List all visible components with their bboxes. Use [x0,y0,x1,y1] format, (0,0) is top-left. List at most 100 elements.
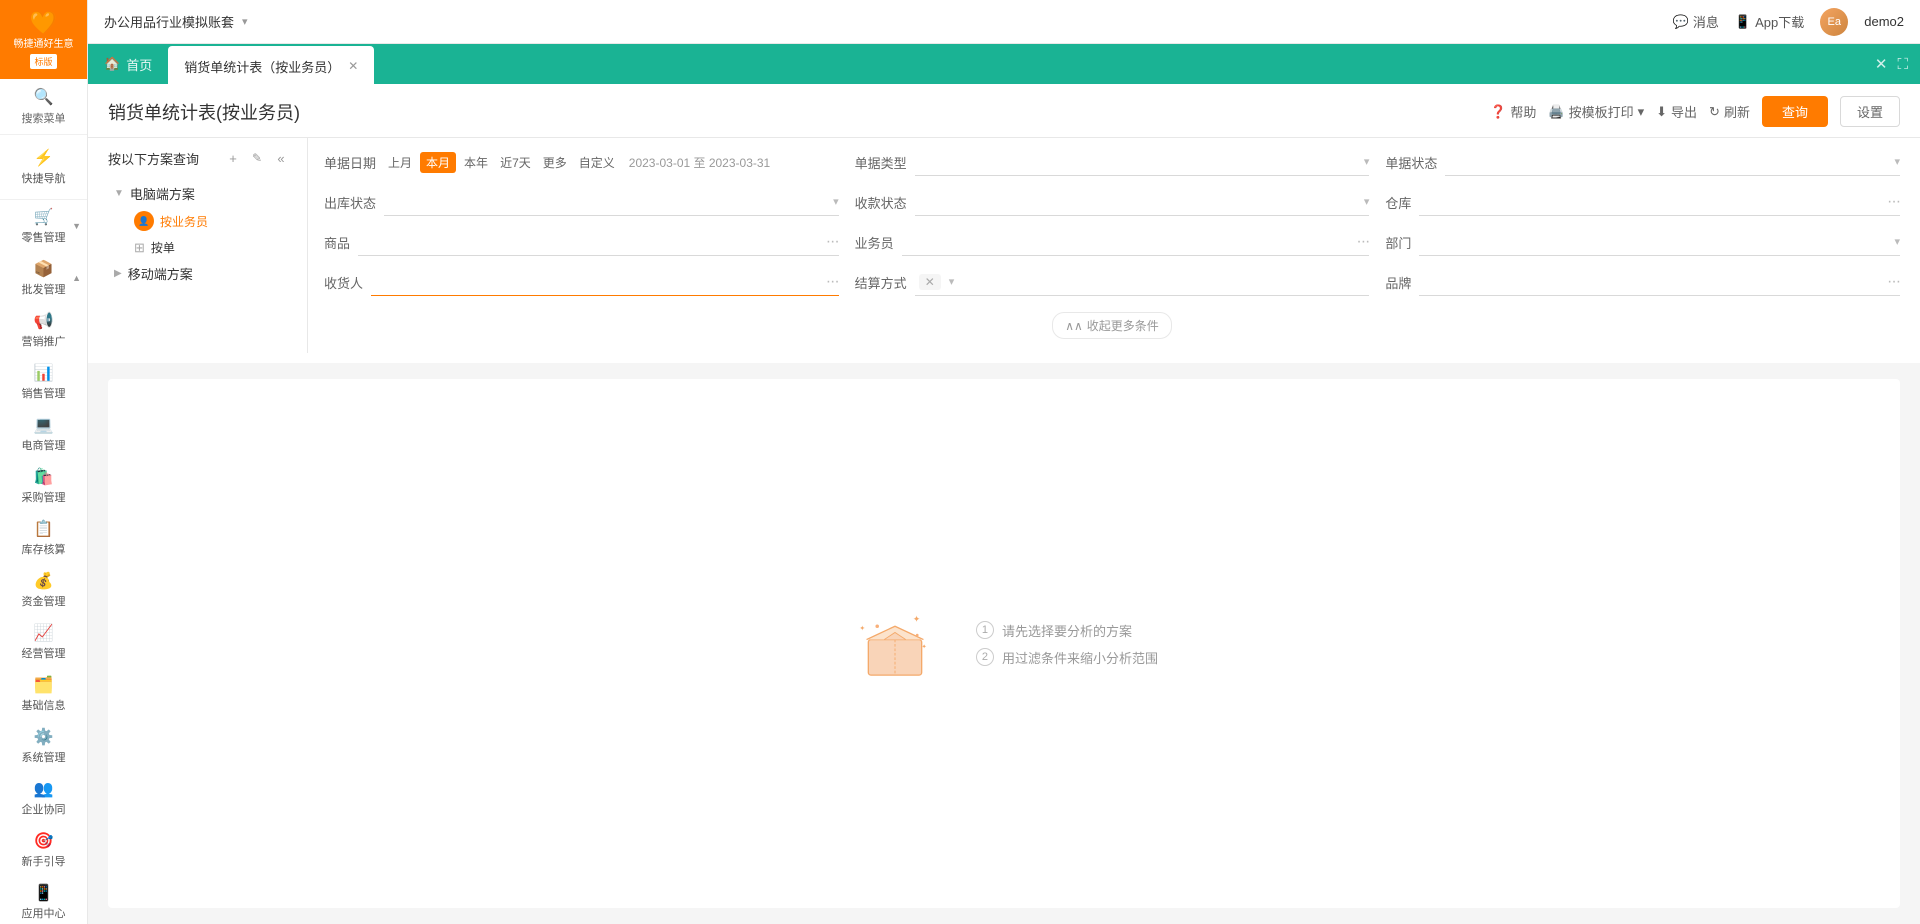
staff-badge: 👤 [134,211,154,231]
sidebar-item-sales[interactable]: 📊 销售管理 [0,356,87,408]
filter-field-brand: 品牌 ··· [1385,268,1900,296]
filter-field-date: 单据日期 上月 本月 本年 近7天 更多 自定义 2023-03-01 至 20… [324,152,839,173]
print-label: 按模板打印 [1569,102,1634,121]
date-tab-this-year[interactable]: 本年 [460,153,492,172]
page-actions: ❓ 帮助 🖨️ 按模板打印 ▾ ⬇ 导出 ↻ 刷新 [1490,96,1900,127]
goods-input[interactable]: ··· [358,228,839,256]
scheme-panel-title: 按以下方案查询 [108,149,199,168]
filter-field-doc-status: 单据状态 ▾ [1385,148,1900,176]
sidebar-item-purchase[interactable]: 🛍️ 采购管理 [0,460,87,512]
user-avatar-label: Ea [1828,16,1841,28]
tabbar: 🏠 首页 销货单统计表（按业务员） ✕ ✕ ⛶ [88,44,1920,84]
doc-status-dropdown-icon: ▾ [1894,155,1900,168]
filter-field-warehouse: 仓库 ··· [1385,188,1900,216]
filter-row-3: 商品 ··· 业务员 ··· 部门 [324,228,1900,256]
date-tab-this-month[interactable]: 本月 [420,152,456,173]
sidebar-item-wholesale[interactable]: 📦 批发管理 ▲ [0,252,87,304]
main-area: 办公用品行业模拟账套 ▾ 💬 消息 📱 App下载 Ea demo2 🏠 首页 … [88,0,1920,924]
print-dropdown-icon: ▾ [1638,104,1645,120]
filter-field-out-status: 出库状态 ▾ [324,188,839,216]
wholesale-icon: 📦 [34,259,54,279]
search-icon: 🔍 [34,87,54,107]
sidebar-item-inventory[interactable]: 📋 库存核算 [0,512,87,564]
app-edition: 标版 [30,54,56,69]
empty-step-2: 2 用过滤条件来缩小分析范围 [976,648,1158,667]
sidebar-search-section[interactable]: 🔍 搜索菜单 [0,79,87,135]
mobile-node-label: 移动端方案 [128,264,193,283]
scheme-node-by-staff[interactable]: 👤 按业务员 [128,207,291,235]
scheme-panel: 按以下方案查询 + ✎ « [108,138,308,353]
app-center-icon: 📱 [34,883,54,903]
app-download-icon: 📱 [1735,14,1751,30]
sidebar-item-label: 采购管理 [22,489,66,505]
scheme-collapse-btn[interactable]: « [271,148,291,168]
help-btn[interactable]: ❓ 帮助 [1490,102,1536,121]
refresh-btn[interactable]: ↻ 刷新 [1709,102,1750,121]
export-icon: ⬇ [1656,104,1667,120]
collapse-btn[interactable]: ∧∧ 收起更多条件 [1052,312,1172,339]
doc-status-input[interactable]: ▾ [1445,148,1900,176]
svg-text:✦: ✦ [913,613,921,623]
filter-row-2: 出库状态 ▾ 收款状态 ▾ 仓库 [324,188,1900,216]
sidebar-item-ops[interactable]: 📈 经营管理 [0,616,87,668]
sidebar-item-ecom[interactable]: 💻 电商管理 [0,408,87,460]
export-btn[interactable]: ⬇ 导出 [1656,102,1697,121]
sidebar-item-marketing[interactable]: 📢 营销推广 [0,304,87,356]
collapse-icon: ∧∧ [1065,319,1083,333]
dept-input[interactable]: ▾ [1419,228,1900,256]
empty-state-content: ✦ ✦ ✦ 1 请先选择要分析的方案 [850,604,1158,684]
settings-button[interactable]: 设置 [1840,96,1900,127]
payment-input[interactable]: ✕ ▾ [915,268,1370,296]
scheme-node-by-order[interactable]: ⊞ 按单 [128,235,291,260]
warehouse-input[interactable]: ··· [1419,188,1900,216]
tab-close-btn[interactable]: ✕ [348,59,358,73]
receipt-status-label: 收款状态 [855,193,907,212]
sidebar-item-label: 经营管理 [22,645,66,661]
tab-maximize-btn[interactable]: ⛶ [1897,56,1908,73]
filter-form: 单据日期 上月 本月 本年 近7天 更多 自定义 2023-03-01 至 20… [308,138,1900,353]
date-tab-more[interactable]: 更多 [539,153,571,172]
doc-type-label: 单据类型 [855,153,907,172]
sidebar-item-newbie[interactable]: 🎯 新手引导 [0,824,87,876]
sidebar-item-basic[interactable]: 🗂️ 基础信息 [0,668,87,720]
date-tab-custom[interactable]: 自定义 [575,153,619,172]
app-download-btn[interactable]: 📱 App下载 [1735,12,1804,31]
edit-icon: ✎ [252,151,262,165]
sidebar-item-retail[interactable]: 🛒 零售管理 ▼ [0,200,87,252]
header-dropdown-icon[interactable]: ▾ [242,15,248,28]
consignee-input[interactable]: ··· [371,268,839,296]
step-num-1: 1 [976,621,994,639]
date-tab-last-month[interactable]: 上月 [384,153,416,172]
retail-icon: 🛒 [34,207,54,227]
print-btn[interactable]: 🖨️ 按模板打印 ▾ [1548,102,1644,121]
sidebar-item-quick-nav[interactable]: ⚡ 快捷导航 [0,141,87,193]
receipt-status-input[interactable]: ▾ [915,188,1370,216]
filter-field-doc-type: 单据类型 ▾ [855,148,1370,176]
scheme-edit-btn[interactable]: ✎ [247,148,267,168]
brand-input[interactable]: ··· [1419,268,1900,296]
sidebar-item-corp[interactable]: 👥 企业协同 [0,772,87,824]
sidebar-item-finance[interactable]: 💰 资金管理 [0,564,87,616]
brand-label: 品牌 [1385,273,1411,292]
payment-tag-close-btn[interactable]: ✕ [925,275,935,289]
tab-home[interactable]: 🏠 首页 [88,44,168,84]
scheme-node-mobile[interactable]: ▶ 移动端方案 [108,260,291,287]
staff-input[interactable]: ··· [902,228,1370,256]
query-button[interactable]: 查询 [1762,96,1828,127]
scheme-add-btn[interactable]: + [223,148,243,168]
filter-field-consignee: 收货人 ··· [324,268,839,296]
sidebar-item-app-center[interactable]: 📱 应用中心 [0,876,87,924]
payment-tag: ✕ [919,274,941,290]
doc-type-input[interactable]: ▾ [915,148,1370,176]
tab-sales-stat[interactable]: 销货单统计表（按业务员） ✕ [168,46,374,86]
sidebar-item-system[interactable]: ⚙️ 系统管理 [0,720,87,772]
date-tabs: 上月 本月 本年 近7天 更多 自定义 2023-03-01 至 2023-03… [384,152,770,173]
out-status-input[interactable]: ▾ [384,188,839,216]
message-btn[interactable]: 💬 消息 [1673,12,1719,31]
user-avatar[interactable]: Ea [1820,8,1848,36]
staff-badge-icon: 👤 [138,216,149,227]
scheme-node-pc[interactable]: ▼ 电脑端方案 [108,180,291,207]
date-tab-7days[interactable]: 近7天 [496,153,535,172]
app-logo: 🧡 畅捷通好生意 标版 [0,0,87,79]
tab-close-all-btn[interactable]: ✕ [1875,55,1888,73]
